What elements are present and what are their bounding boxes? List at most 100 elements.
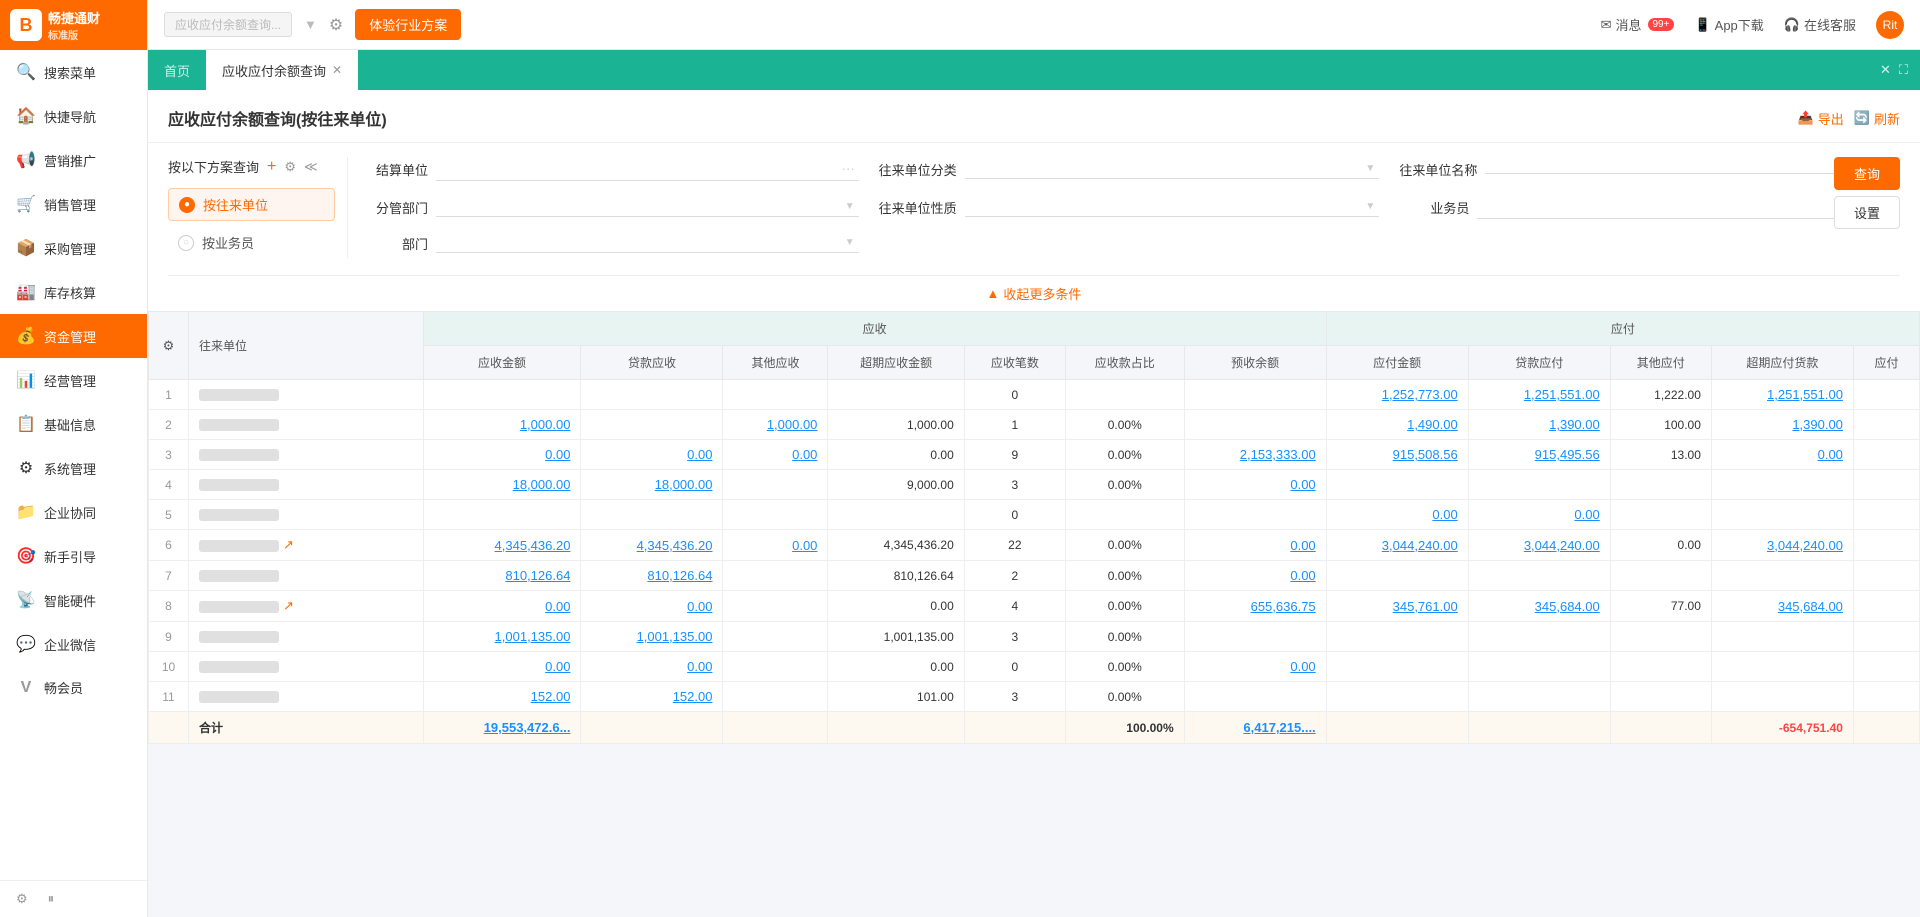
th-ap-amount: 应付金额 (1326, 346, 1468, 380)
app-icon: 📱 (1694, 17, 1710, 33)
filter-fenguan-input[interactable]: ▼ (436, 197, 859, 217)
online-support-link[interactable]: 🎧 在线客服 (1784, 15, 1856, 34)
topbar-right: ✉ 消息 99+ 📱 App下载 🎧 在线客服 Rit (1601, 11, 1904, 39)
main-area: 应收应付余额查询... ▼ ⚙ 体验行业方案 ✉ 消息 99+ 📱 App下载 … (148, 0, 1920, 917)
th-ar-count: 应收笔数 (964, 346, 1065, 380)
filter-settings-icon[interactable]: ⚙ (284, 159, 296, 175)
total-label: 合计 (189, 712, 424, 744)
page-actions: 📤 导出 🔄 刷新 (1798, 109, 1900, 128)
headset-icon: 🎧 (1784, 17, 1800, 33)
filter-partner-cat-input[interactable]: ▼ (965, 159, 1380, 179)
collapse-icon: ▲ (987, 286, 1000, 301)
th-partner: 往来单位 (189, 312, 424, 380)
sidebar-item-purchase[interactable]: 📦 采购管理 (0, 226, 147, 270)
set-button[interactable]: 设置 (1834, 196, 1900, 229)
tab-arbalance[interactable]: 应收应付余额查询 ✕ (206, 50, 358, 90)
filter-dept-input[interactable]: ▼ (436, 233, 859, 253)
settings-bottom-icon[interactable]: ⚙ (16, 891, 28, 907)
query-button[interactable]: 查询 (1834, 157, 1900, 190)
filter-dept: 部门 ▼ (358, 233, 859, 253)
th-ar-prepay: 预收余额 (1184, 346, 1326, 380)
breadcrumb-arrow: ▼ (304, 17, 317, 32)
logo-text: 畅捷通财 标准版 (48, 8, 100, 42)
th-settings[interactable]: ⚙ (149, 312, 189, 380)
partner-dot: ● (179, 197, 195, 213)
sidebar-item-newbie[interactable]: 🎯 新手引导 (0, 534, 147, 578)
sidebar-item-system[interactable]: ⚙ 系统管理 (0, 446, 147, 490)
page-header: 应收应付余额查询(按往来单位) 📤 导出 🔄 刷新 (148, 90, 1920, 143)
add-filter-icon[interactable]: + (267, 158, 276, 176)
export-action[interactable]: 📤 导出 (1798, 109, 1844, 128)
messages-icon-area[interactable]: ✉ 消息 99+ (1601, 15, 1675, 34)
user-avatar[interactable]: Rit (1876, 11, 1904, 39)
app-download-link[interactable]: 📱 App下载 (1694, 15, 1763, 34)
tab-close-icon[interactable]: ✕ (332, 63, 342, 77)
total-ar-loan (581, 712, 723, 744)
sidebar-item-search[interactable]: 🔍 搜索菜单 (0, 50, 147, 94)
filter-partner-nature-input[interactable]: ▼ (965, 197, 1380, 217)
sidebar-item-sales[interactable]: 🛒 销售管理 (0, 182, 147, 226)
marketing-icon: 📢 (16, 150, 36, 170)
operation-icon: 📊 (16, 370, 36, 390)
total-ar-ratio: 100.00% (1065, 712, 1184, 744)
sidebar-item-inventory[interactable]: 🏭 库存核算 (0, 270, 147, 314)
fenguan-caret: ▼ (845, 201, 855, 212)
tabbar-controls: ✕ ⛶ (1880, 62, 1920, 78)
sidebar-item-finance[interactable]: 💰 资金管理 (0, 314, 147, 358)
filter-fenguan: 分管部门 ▼ (358, 195, 859, 219)
filter-jiesuan-input[interactable]: ··· (436, 157, 859, 181)
th-ar-other: 其他应收 (723, 346, 828, 380)
tab-close-all-icon[interactable]: ✕ (1880, 62, 1891, 78)
member-icon: V (16, 679, 36, 697)
filter-area: 按以下方案查询 + ⚙ ≪ ● 按往来单位 ○ 按业务员 (148, 143, 1920, 311)
logo: B 畅捷通财 标准版 (0, 0, 147, 50)
table-row: 500.000.00 (149, 500, 1920, 530)
try-industry-button[interactable]: 体验行业方案 (355, 9, 461, 40)
table-settings-icon: ⚙ (163, 338, 175, 353)
total-ap (1326, 712, 1468, 744)
sidebar-item-collab[interactable]: 📁 企业协同 (0, 490, 147, 534)
home-icon: 🏠 (16, 106, 36, 126)
th-group-ap: 应付 (1326, 312, 1919, 346)
total-ar-other (723, 712, 828, 744)
sidebar-item-quicknav[interactable]: 🏠 快捷导航 (0, 94, 147, 138)
collab-icon: 📁 (16, 502, 36, 522)
message-badge: 99+ (1648, 18, 1675, 31)
refresh-action[interactable]: 🔄 刷新 (1854, 109, 1900, 128)
method-by-partner[interactable]: ● 按往来单位 (168, 188, 335, 221)
total-ap2 (1853, 712, 1919, 744)
filter-label: 按以下方案查询 (168, 157, 259, 176)
sidebar-item-wechat[interactable]: 💬 企业微信 (0, 622, 147, 666)
total-row: 合计 19,553,472.6... 100.00% 6,417,215.... (149, 712, 1920, 744)
settings-topbar-icon[interactable]: ⚙ (329, 15, 343, 35)
th-ap2: 应付 (1853, 346, 1919, 380)
content-area: 应收应付余额查询(按往来单位) 📤 导出 🔄 刷新 (148, 90, 1920, 917)
method-by-salesperson[interactable]: ○ 按业务员 (168, 227, 335, 258)
filter-collapse-icon[interactable]: ≪ (304, 159, 318, 175)
table-row: 6↗4,345,436.204,345,436.200.004,345,436.… (149, 530, 1920, 561)
collapse-more-conditions[interactable]: ▲ 收起更多条件 (168, 275, 1900, 311)
partner-cat-caret: ▼ (1365, 163, 1375, 174)
data-table: ⚙ 往来单位 应收 应付 应收金额 贷款应收 其他应收 超期应收金额 应收笔数 … (148, 311, 1920, 744)
wechat-icon: 💬 (16, 634, 36, 654)
refresh-icon: 🔄 (1854, 110, 1870, 126)
nature-caret: ▼ (1365, 201, 1375, 212)
filter-jiesuan: 结算单位 ··· (358, 157, 859, 181)
total-ar-overdue (828, 712, 964, 744)
sidebar-item-marketing[interactable]: 📢 营销推广 (0, 138, 147, 182)
logo-icon: B (10, 9, 42, 41)
th-ap-overdue: 超期应付货款 (1711, 346, 1853, 380)
total-label-cell (149, 712, 189, 744)
newbie-icon: 🎯 (16, 546, 36, 566)
filter-salesperson: 业务员 ··· (1399, 195, 1900, 219)
tab-home[interactable]: 首页 (148, 50, 206, 90)
sidebar-item-basicinfo[interactable]: 📋 基础信息 (0, 402, 147, 446)
th-group-ar: 应收 (423, 312, 1326, 346)
sidebar-item-member[interactable]: V 畅会员 (0, 666, 147, 709)
sidebar-item-operation[interactable]: 📊 经营管理 (0, 358, 147, 402)
collapse-sidebar-icon[interactable]: ⏸ (48, 891, 55, 907)
table-row: 101,252,773.001,251,551.001,222.001,251,… (149, 380, 1920, 410)
tab-expand-icon[interactable]: ⛶ (1899, 62, 1908, 78)
total-ar-count (964, 712, 1065, 744)
sidebar-item-hardware[interactable]: 📡 智能硬件 (0, 578, 147, 622)
